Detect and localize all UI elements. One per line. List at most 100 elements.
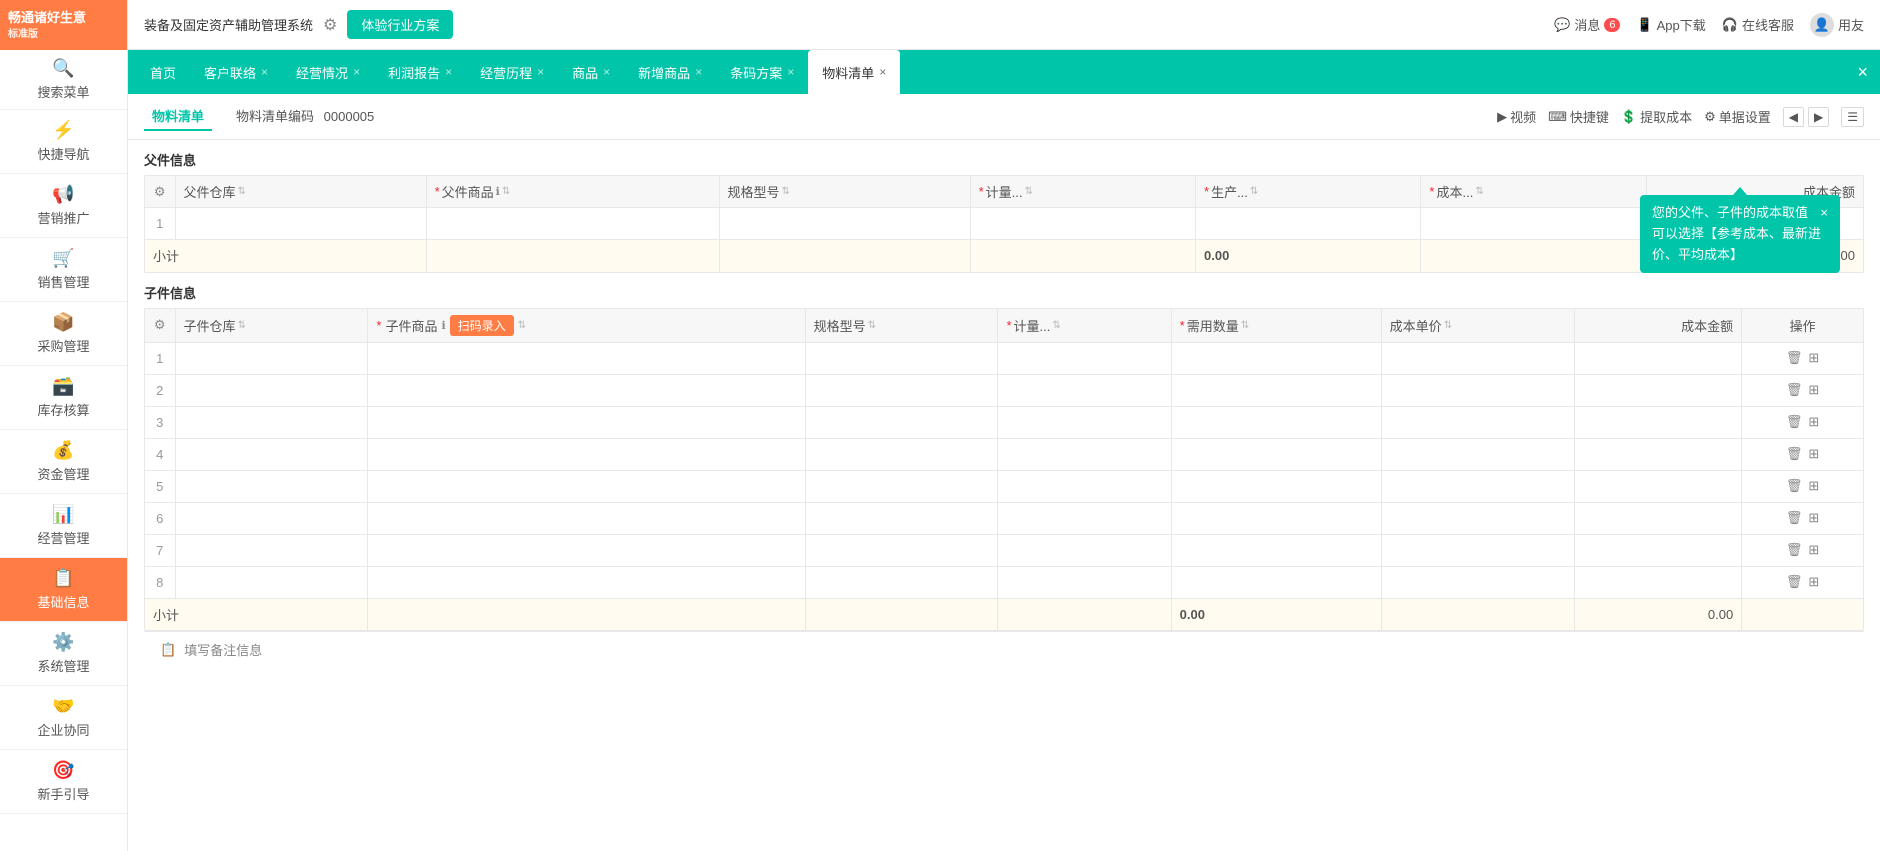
- child-amount-cell[interactable]: [1574, 566, 1742, 598]
- copy-icon[interactable]: ⊞: [1808, 478, 1819, 494]
- sidebar-item-finance[interactable]: 💰 资金管理: [0, 430, 127, 494]
- tab-history[interactable]: 经营历程 ×: [466, 50, 558, 94]
- sidebar-item-enterprise[interactable]: 🤝 企业协同: [0, 686, 127, 750]
- tab-operations[interactable]: 经营情况 ×: [282, 50, 374, 94]
- tab-operations-close[interactable]: ×: [353, 65, 360, 79]
- child-goods-cell[interactable]: [368, 438, 805, 470]
- child-needed-cell[interactable]: [1171, 502, 1381, 534]
- child-needed-cell[interactable]: [1171, 566, 1381, 598]
- sidebar-item-system[interactable]: ⚙️ 系统管理: [0, 622, 127, 686]
- parent-cost-cell[interactable]: [1421, 208, 1646, 240]
- child-goods-cell[interactable]: [368, 374, 805, 406]
- copy-icon[interactable]: ⊞: [1808, 350, 1819, 366]
- child-amount-cell[interactable]: [1574, 438, 1742, 470]
- sidebar-item-sales[interactable]: 🛒 销售管理: [0, 238, 127, 302]
- video-tool[interactable]: ▶ 视频: [1497, 107, 1536, 126]
- extract-cost-tool[interactable]: 💲 提取成本: [1621, 107, 1692, 126]
- delete-icon[interactable]: 🗑: [1786, 350, 1803, 366]
- list-view-button[interactable]: ☰: [1841, 107, 1864, 127]
- shortcut-tool[interactable]: ⌨ 快捷键: [1548, 107, 1609, 126]
- child-warehouse-cell[interactable]: [175, 438, 368, 470]
- child-warehouse-cell[interactable]: [175, 566, 368, 598]
- child-goods-cell[interactable]: [368, 566, 805, 598]
- sidebar-item-quick-nav[interactable]: ⚡ 快捷导航: [0, 110, 127, 174]
- app-download-item[interactable]: 📱 App下载: [1636, 15, 1705, 34]
- sidebar-item-inventory[interactable]: 🗃️ 库存核算: [0, 366, 127, 430]
- child-spec-cell[interactable]: [805, 534, 998, 566]
- parent-unit-cell[interactable]: [970, 208, 1195, 240]
- child-warehouse-cell[interactable]: [175, 406, 368, 438]
- child-spec-cell[interactable]: [805, 406, 998, 438]
- single-settings-tool[interactable]: ⚙ 单据设置: [1704, 107, 1771, 126]
- child-needed-cell[interactable]: [1171, 342, 1381, 374]
- child-spec-cell[interactable]: [805, 374, 998, 406]
- sidebar-item-marketing[interactable]: 📢 营销推广: [0, 174, 127, 238]
- bottom-note[interactable]: 📋 填写备注信息: [144, 631, 1864, 667]
- delete-icon[interactable]: 🗑: [1786, 574, 1803, 590]
- next-arrow-button[interactable]: ▶: [1808, 107, 1829, 127]
- parent-production-cell[interactable]: [1196, 208, 1421, 240]
- sidebar-item-purchase[interactable]: 📦 采购管理: [0, 302, 127, 366]
- copy-icon[interactable]: ⊞: [1808, 446, 1819, 462]
- child-needed-cell[interactable]: [1171, 406, 1381, 438]
- delete-icon[interactable]: 🗑: [1786, 478, 1803, 494]
- copy-icon[interactable]: ⊞: [1808, 510, 1819, 526]
- child-unit-cost-cell[interactable]: [1381, 406, 1574, 438]
- tab-barcode[interactable]: 条码方案 ×: [716, 50, 808, 94]
- child-unit-cost-cell[interactable]: [1381, 438, 1574, 470]
- child-unit-cell[interactable]: [998, 566, 1171, 598]
- child-unit-cost-cell[interactable]: [1381, 374, 1574, 406]
- copy-icon[interactable]: ⊞: [1808, 382, 1819, 398]
- child-warehouse-cell[interactable]: [175, 534, 368, 566]
- child-spec-cell[interactable]: [805, 470, 998, 502]
- child-warehouse-cell[interactable]: [175, 470, 368, 502]
- child-amount-cell[interactable]: [1574, 342, 1742, 374]
- tab-goods-close[interactable]: ×: [603, 65, 610, 79]
- child-unit-cell[interactable]: [998, 534, 1171, 566]
- child-goods-cell[interactable]: [368, 342, 805, 374]
- child-goods-cell[interactable]: [368, 470, 805, 502]
- tooltip-close-button[interactable]: ×: [1820, 203, 1828, 224]
- delete-icon[interactable]: 🗑: [1786, 414, 1803, 430]
- child-warehouse-cell[interactable]: [175, 502, 368, 534]
- message-item[interactable]: 💬 消息 6: [1554, 15, 1620, 34]
- copy-icon[interactable]: ⊞: [1808, 414, 1819, 430]
- child-unit-cell[interactable]: [998, 342, 1171, 374]
- child-amount-cell[interactable]: [1574, 470, 1742, 502]
- child-spec-cell[interactable]: [805, 502, 998, 534]
- child-unit-cost-cell[interactable]: [1381, 470, 1574, 502]
- parent-warehouse-cell[interactable]: [175, 208, 426, 240]
- sidebar-item-guide[interactable]: 🎯 新手引导: [0, 750, 127, 814]
- tab-barcode-close[interactable]: ×: [787, 65, 794, 79]
- child-warehouse-cell[interactable]: [175, 342, 368, 374]
- tab-bom-close[interactable]: ×: [879, 65, 886, 79]
- child-goods-cell[interactable]: [368, 534, 805, 566]
- online-service-item[interactable]: 🎧 在线客服: [1722, 15, 1794, 34]
- child-amount-cell[interactable]: [1574, 374, 1742, 406]
- tab-home[interactable]: 首页: [136, 50, 190, 94]
- try-industry-button[interactable]: 体验行业方案: [347, 10, 453, 39]
- tab-goods[interactable]: 商品 ×: [558, 50, 624, 94]
- sidebar-item-operations[interactable]: 📊 经营管理: [0, 494, 127, 558]
- child-needed-cell[interactable]: [1171, 534, 1381, 566]
- child-unit-cell[interactable]: [998, 406, 1171, 438]
- child-goods-cell[interactable]: [368, 502, 805, 534]
- child-spec-cell[interactable]: [805, 566, 998, 598]
- child-needed-cell[interactable]: [1171, 470, 1381, 502]
- tab-profit-close[interactable]: ×: [445, 65, 452, 79]
- sub-tab-bom-list[interactable]: 物料清单: [144, 102, 212, 131]
- child-unit-cell[interactable]: [998, 438, 1171, 470]
- gear-icon[interactable]: ⚙: [323, 15, 337, 35]
- scan-input-button[interactable]: 扫码录入: [450, 315, 514, 336]
- parent-goods-cell[interactable]: [426, 208, 719, 240]
- child-needed-cell[interactable]: [1171, 438, 1381, 470]
- nav-close-all-button[interactable]: ×: [1845, 62, 1880, 83]
- child-needed-cell[interactable]: [1171, 374, 1381, 406]
- delete-icon[interactable]: 🗑: [1786, 382, 1803, 398]
- copy-icon[interactable]: ⊞: [1808, 574, 1819, 590]
- delete-icon[interactable]: 🗑: [1786, 542, 1803, 558]
- tab-history-close[interactable]: ×: [537, 65, 544, 79]
- child-spec-cell[interactable]: [805, 342, 998, 374]
- sidebar-item-search[interactable]: 🔍 搜索菜单: [0, 50, 127, 110]
- sidebar-item-basic-info[interactable]: 📋 基础信息: [0, 558, 127, 622]
